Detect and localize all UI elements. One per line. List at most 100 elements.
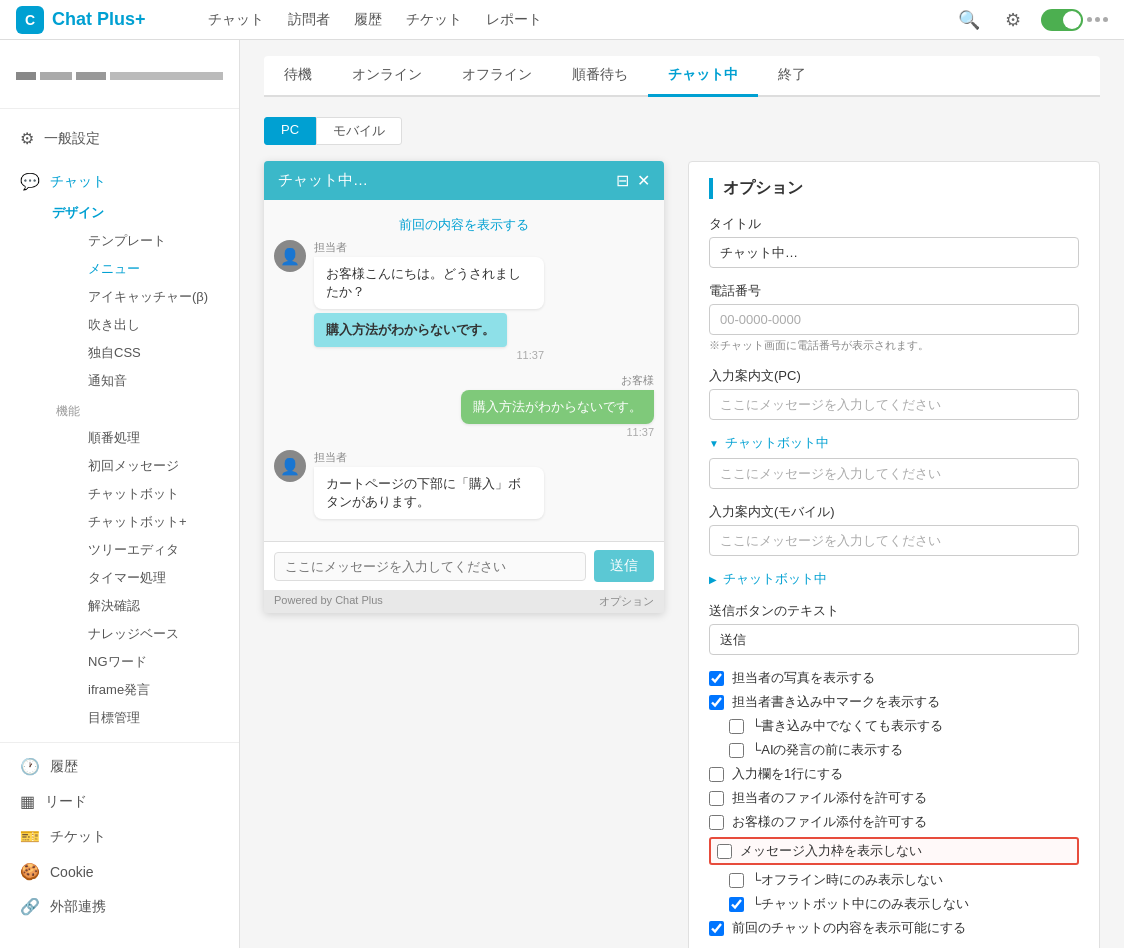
sidebar-item-general[interactable]: ⚙ 一般設定 (0, 121, 239, 156)
chatbot-input-pc[interactable] (709, 458, 1079, 489)
checkbox-5[interactable] (709, 791, 724, 806)
checkbox-10[interactable] (709, 921, 724, 936)
sidebar-sub-goal[interactable]: 目標管理 (72, 704, 239, 732)
gear-icon: ⚙ (20, 129, 34, 148)
sidebar-sub-template[interactable]: テンプレート (72, 227, 239, 255)
sidebar-sub-queue[interactable]: 順番処理 (72, 424, 239, 452)
sidebar-sub-knowledge[interactable]: ナレッジベース (72, 620, 239, 648)
sidebar-item-lead[interactable]: ▦ リード (0, 784, 239, 819)
status-toggle[interactable] (1041, 9, 1108, 31)
title-input[interactable] (709, 237, 1079, 268)
form-input-pc: 入力案内文(PC) (709, 367, 1079, 420)
chat-send-button[interactable]: 送信 (594, 550, 654, 582)
checkbox-item-0[interactable]: 担当者の写真を表示する (709, 669, 1079, 687)
checkbox-8[interactable] (729, 873, 744, 888)
phone-input[interactable] (709, 304, 1079, 335)
input-pc-label: 入力案内文(PC) (709, 367, 1079, 385)
sidebar-item-cookie[interactable]: 🍪 Cookie (0, 854, 239, 889)
nav-visitor[interactable]: 訪問者 (288, 7, 330, 33)
checkbox-item-3[interactable]: └AIの発言の前に表示する (709, 741, 1079, 759)
chatbot-mobile-toggle-btn[interactable]: チャットボット中 (709, 570, 1079, 588)
sidebar-sub-iframe[interactable]: iframe発言 (72, 676, 239, 704)
sidebar-sub-ngword[interactable]: NGワード (72, 648, 239, 676)
sidebar-item-chat[interactable]: 💬 チャット (0, 164, 239, 199)
sidebar-sub-firstmsg[interactable]: 初回メッセージ (72, 452, 239, 480)
chat-preview-header: チャット中… ⊟ ✕ (264, 161, 664, 200)
show-prev-btn[interactable]: 前回の内容を表示する (274, 210, 654, 240)
checkbox-item-10[interactable]: 前回のチャットの内容を表示可能にする (709, 919, 1079, 937)
send-btn-input[interactable] (709, 624, 1079, 655)
checkbox-item-2[interactable]: └書き込み中でなくても表示する (709, 717, 1079, 735)
checkbox-9[interactable] (729, 897, 744, 912)
sidebar-sub-icatcher[interactable]: アイキャッチャー(β) (72, 283, 239, 311)
sidebar-item-external[interactable]: 🔗 外部連携 (0, 889, 239, 924)
sidebar-item-ticket[interactable]: 🎫 チケット (0, 819, 239, 854)
footer-options[interactable]: オプション (599, 594, 654, 609)
search-icon[interactable]: 🔍 (953, 4, 985, 36)
checkbox-item-7[interactable]: メッセージ入力枠を表示しない (709, 837, 1079, 865)
tab-offline[interactable]: オフライン (442, 56, 552, 97)
toggle-track[interactable] (1041, 9, 1083, 31)
checkbox-item-6[interactable]: お客様のファイル添付を許可する (709, 813, 1079, 831)
form-phone: 電話番号 ※チャット画面に電話番号が表示されます。 (709, 282, 1079, 353)
checkbox-label-8: └オフライン時にのみ表示しない (752, 871, 943, 889)
input-mobile-field[interactable] (709, 525, 1079, 556)
checkbox-label-3: └AIの発言の前に表示する (752, 741, 904, 759)
checkbox-4[interactable] (709, 767, 724, 782)
sidebar-sub-chatbot[interactable]: チャットボット (72, 480, 239, 508)
sidebar-chat-sub: デザイン テンプレート メニュー アイキャッチャー(β) 吹き出し 独自CSS … (0, 199, 239, 732)
sidebar-sub-timer[interactable]: タイマー処理 (72, 564, 239, 592)
checkbox-3[interactable] (729, 743, 744, 758)
checkbox-label-9: └チャットボット中にのみ表示しない (752, 895, 969, 913)
tab-chatting[interactable]: チャット中 (648, 56, 758, 97)
cookie-icon: 🍪 (20, 862, 40, 881)
checkbox-7[interactable] (717, 844, 732, 859)
minimize-icon[interactable]: ⊟ (616, 171, 629, 190)
checkbox-item-5[interactable]: 担当者のファイル添付を許可する (709, 789, 1079, 807)
close-icon[interactable]: ✕ (637, 171, 650, 190)
chat-footer: Powered by Chat Plus オプション (264, 590, 664, 613)
nav-chat[interactable]: チャット (208, 7, 264, 33)
chatbot-toggle-btn[interactable]: チャットボット中 (709, 434, 1079, 452)
agent-avatar-2: 👤 (274, 450, 306, 482)
tab-online[interactable]: オンライン (332, 56, 442, 97)
sidebar-sub-resolve[interactable]: 解決確認 (72, 592, 239, 620)
sidebar-lead-label: リード (45, 793, 87, 811)
nav-report[interactable]: レポート (486, 7, 542, 33)
sidebar-sub-notification[interactable]: 通知音 (72, 367, 239, 395)
sidebar-item-history[interactable]: 🕐 履歴 (0, 749, 239, 784)
input-pc-field[interactable] (709, 389, 1079, 420)
gear-icon[interactable]: ⚙ (997, 4, 1029, 36)
sidebar-sub-chatbotplus[interactable]: チャットボット+ (72, 508, 239, 536)
toggle-thumb (1063, 11, 1081, 29)
logo-icon: C (16, 6, 44, 34)
checkbox-6[interactable] (709, 815, 724, 830)
sidebar-sub-menu[interactable]: メニュー (72, 255, 239, 283)
view-btn-pc[interactable]: PC (264, 117, 316, 145)
view-btn-mobile[interactable]: モバイル (316, 117, 402, 145)
sidebar-sub-treeeditor[interactable]: ツリーエディタ (72, 536, 239, 564)
msg-row-3: 👤 担当者 カートページの下部に「購入」ボタンがあります。 (274, 450, 654, 519)
nav-ticket[interactable]: チケット (406, 7, 462, 33)
tab-end[interactable]: 終了 (758, 56, 826, 97)
sidebar-sub-design[interactable]: デザイン (36, 199, 239, 227)
msg-time-2: 11:37 (461, 426, 654, 438)
checkbox-item-9[interactable]: └チャットボット中にのみ表示しない (709, 895, 1079, 913)
tab-queue[interactable]: 順番待ち (552, 56, 648, 97)
checkbox-2[interactable] (729, 719, 744, 734)
tab-waiting[interactable]: 待機 (264, 56, 332, 97)
content-area: チャット中… ⊟ ✕ 前回の内容を表示する 👤 担当者 お客様こんにちは。どうさ… (264, 161, 1100, 948)
chat-input-field[interactable] (274, 552, 586, 581)
msg-role-3: 担当者 (314, 450, 544, 465)
chat-header-icons: ⊟ ✕ (616, 171, 650, 190)
sidebar-sub-css[interactable]: 独自CSS (72, 339, 239, 367)
sidebar-sub-balloon[interactable]: 吹き出し (72, 311, 239, 339)
checkbox-0[interactable] (709, 671, 724, 686)
checkbox-1[interactable] (709, 695, 724, 710)
checkbox-item-4[interactable]: 入力欄を1行にする (709, 765, 1079, 783)
checkbox-item-8[interactable]: └オフライン時にのみ表示しない (709, 871, 1079, 889)
checkbox-item-1[interactable]: 担当者書き込み中マークを表示する (709, 693, 1079, 711)
header-nav: チャット 訪問者 履歴 チケット レポート (208, 7, 953, 33)
nav-history[interactable]: 履歴 (354, 7, 382, 33)
msg-bubble-2: お客様 購入方法がわからないです。 11:37 (461, 373, 654, 438)
